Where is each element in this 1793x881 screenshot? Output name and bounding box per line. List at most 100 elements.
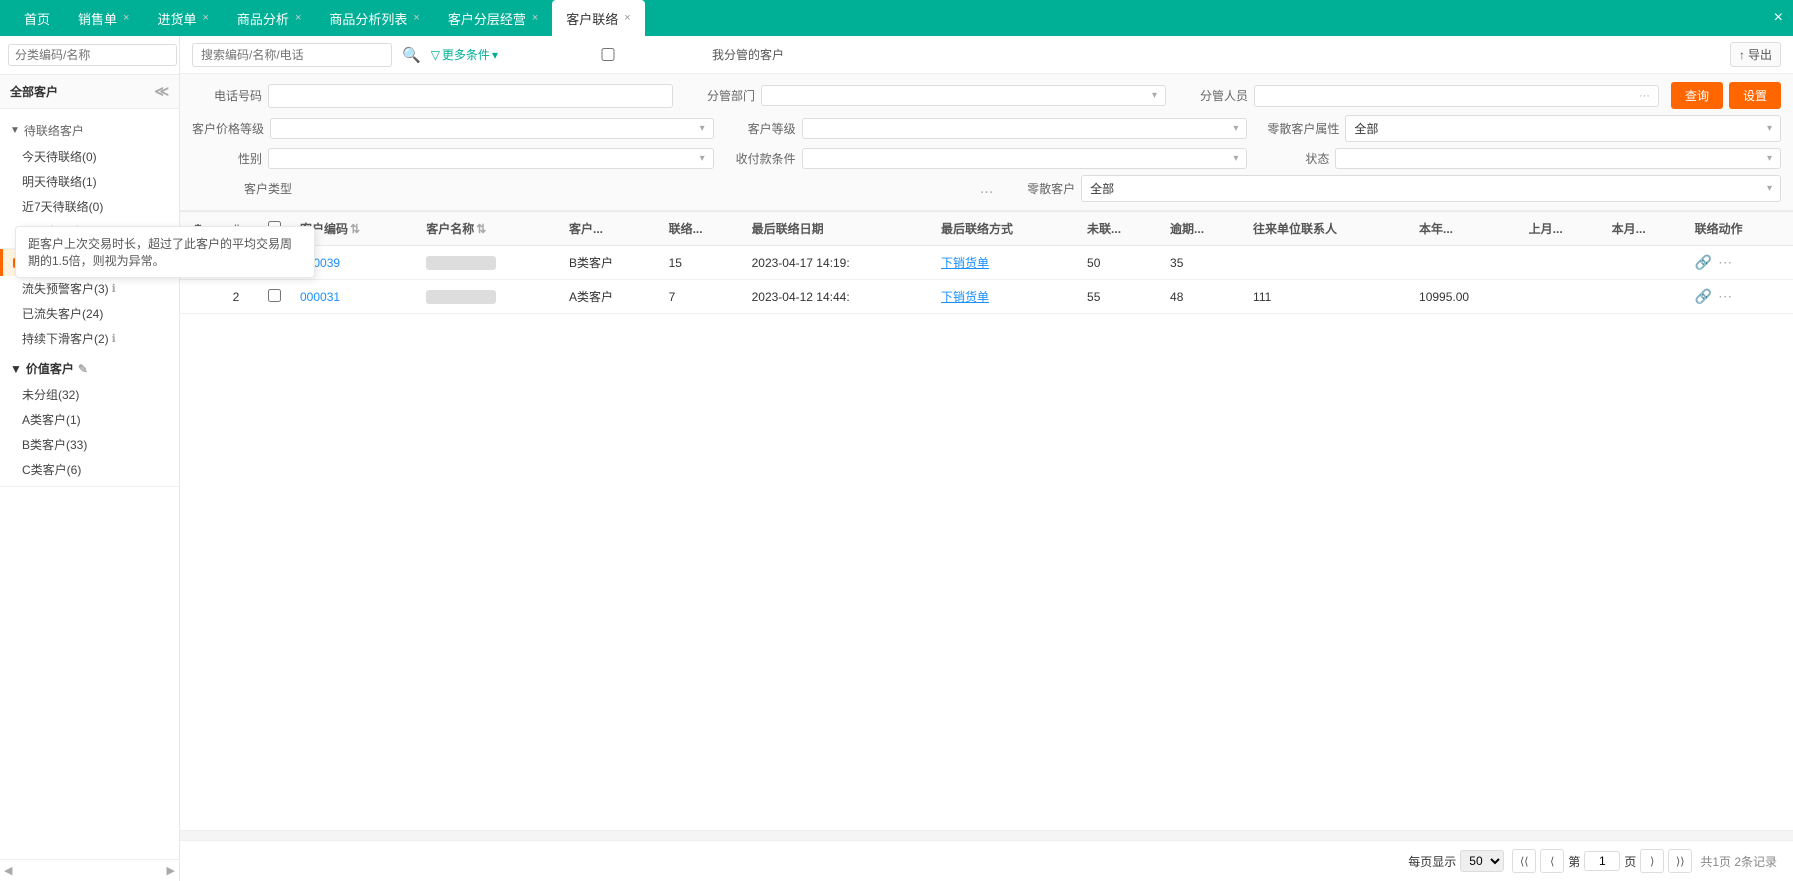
close-sales-order[interactable]: × bbox=[123, 12, 129, 24]
status-caret-icon: ▾ bbox=[1767, 153, 1772, 164]
row-this-month bbox=[1604, 246, 1687, 280]
th-last-contact-date[interactable]: 最后联络日期 bbox=[744, 212, 933, 246]
close-purchase-order[interactable]: × bbox=[202, 12, 208, 24]
my-customers-check[interactable] bbox=[508, 48, 708, 61]
branch-person-select[interactable]: ··· bbox=[1254, 85, 1659, 107]
nav-purchase-order[interactable]: 进货单 × bbox=[143, 0, 222, 36]
row-link-icon[interactable]: 🔗 bbox=[1695, 288, 1712, 305]
th-this-month[interactable]: 本月... bbox=[1604, 212, 1687, 246]
filter-row-2: 客户价格等级 ▾ 客户等级 ▾ 零散客户属性 全部 bbox=[192, 115, 1781, 142]
nav-customer-contact[interactable]: 客户联络 × bbox=[552, 0, 644, 36]
close-customer-segmentation[interactable]: × bbox=[532, 12, 538, 24]
last-page-btn[interactable]: ⟩⟩ bbox=[1668, 849, 1692, 873]
declining-info-icon[interactable]: ℹ bbox=[112, 332, 116, 345]
th-customer-name[interactable]: 客户名称⇅ bbox=[418, 212, 561, 246]
table-header-row: ⚙ # 客户编码⇅ 客户名称⇅ 客户... 联络... 最后联络日期 最后联络方… bbox=[180, 212, 1793, 246]
table-row: 2 000031 A类客户 7 2023-04-12 14:44: 下销货单 5… bbox=[180, 280, 1793, 314]
sidebar-class-c[interactable]: C类客户(6) bbox=[0, 457, 179, 482]
phone-input[interactable] bbox=[268, 84, 673, 108]
sidebar-declining[interactable]: 持续下滑客户(2) ℹ bbox=[0, 326, 179, 351]
first-page-btn[interactable]: ⟨⟨ bbox=[1512, 849, 1536, 873]
th-overdue[interactable]: 逾期... bbox=[1162, 212, 1245, 246]
row-overdue: 35 bbox=[1162, 246, 1245, 280]
row-last-month bbox=[1521, 246, 1604, 280]
filter-row-3: 性别 ▾ 收付款条件 ▾ 状态 bbox=[192, 148, 1781, 169]
tooltip-box: 距客户上次交易时长，超过了此客户的平均交易周期的1.5倍，则视为异常。 bbox=[180, 226, 315, 278]
row-customer-code[interactable]: 000031 bbox=[292, 280, 418, 314]
settings-button[interactable]: 设置 bbox=[1729, 82, 1781, 109]
sidebar-lost-warning[interactable]: 流失预警客户(3) ℹ bbox=[0, 276, 179, 301]
sidebar-already-lost[interactable]: 已流失客户(24) bbox=[0, 301, 179, 326]
payment-caret-icon: ▾ bbox=[1233, 153, 1238, 164]
close-customer-contact[interactable]: × bbox=[624, 12, 630, 24]
th-last-month[interactable]: 上月... bbox=[1521, 212, 1604, 246]
th-unit-contact[interactable]: 往来单位联系人 bbox=[1245, 212, 1411, 246]
per-page-label: 每页显示 bbox=[1408, 853, 1456, 870]
row-check[interactable] bbox=[256, 280, 292, 314]
close-product-analysis[interactable]: × bbox=[295, 12, 301, 24]
row-not-contacted: 55 bbox=[1079, 280, 1162, 314]
row-customer-type: A类客户 bbox=[561, 280, 661, 314]
prev-page-btn[interactable]: ⟨ bbox=[1540, 849, 1564, 873]
nav-product-analysis[interactable]: 商品分析 × bbox=[223, 0, 315, 36]
nav-sales-order[interactable]: 销售单 × bbox=[64, 0, 143, 36]
sort-icon: ⇅ bbox=[350, 222, 360, 236]
row-last-contact-date: 2023-04-17 14:19: bbox=[744, 246, 933, 280]
gender-field: 性别 ▾ bbox=[192, 148, 714, 169]
next-page-btn[interactable]: ⟩ bbox=[1640, 849, 1664, 873]
nav-product-analysis-list[interactable]: 商品分析列表 × bbox=[315, 0, 433, 36]
retail-customer-select[interactable]: 全部 ▾ bbox=[1081, 175, 1781, 202]
row-checkbox[interactable] bbox=[268, 289, 281, 302]
payment-select[interactable]: ▾ bbox=[802, 148, 1248, 169]
sidebar-next-btn[interactable]: ▶ bbox=[167, 864, 175, 877]
value-customer-edit-icon[interactable]: ✎ bbox=[78, 362, 88, 376]
sidebar-all-customers-header: 全部客户 ≪ bbox=[0, 75, 179, 109]
th-customer-type[interactable]: 客户... bbox=[561, 212, 661, 246]
page-label: 第 bbox=[1568, 853, 1580, 870]
page-input[interactable] bbox=[1584, 851, 1620, 871]
more-conditions-btn[interactable]: ▽ 更多条件 ▾ bbox=[431, 46, 498, 63]
filter-more-icon[interactable]: ... bbox=[980, 180, 993, 198]
branch-dept-select[interactable]: ▾ bbox=[761, 85, 1166, 106]
row-last-contact-method[interactable]: 下销货单 bbox=[933, 246, 1079, 280]
retail-attr-select[interactable]: 全部 ▾ bbox=[1345, 115, 1781, 142]
customer-level-select[interactable]: ▾ bbox=[802, 118, 1248, 139]
th-not-contacted[interactable]: 未联... bbox=[1079, 212, 1162, 246]
sidebar-week-pending[interactable]: 近7天待联络(0) bbox=[0, 194, 179, 219]
row-menu-icon[interactable]: ⋯ bbox=[1718, 288, 1732, 305]
gender-select[interactable]: ▾ bbox=[268, 148, 714, 169]
pending-contact-group[interactable]: ▼ 待联络客户 bbox=[0, 117, 179, 144]
close-all-tabs[interactable]: × bbox=[1774, 9, 1783, 27]
row-menu-icon[interactable]: ⋯ bbox=[1718, 254, 1732, 271]
nav-customer-segmentation[interactable]: 客户分层经营 × bbox=[434, 0, 552, 36]
close-product-analysis-list[interactable]: × bbox=[413, 12, 419, 24]
th-last-contact-method[interactable]: 最后联络方式 bbox=[933, 212, 1079, 246]
horizontal-scrollbar[interactable] bbox=[180, 830, 1793, 840]
sidebar-tomorrow-pending[interactable]: 明天待联络(1) bbox=[0, 169, 179, 194]
sidebar-search-input[interactable] bbox=[8, 44, 177, 66]
search-button[interactable]: 🔍 bbox=[402, 46, 421, 64]
query-button[interactable]: 查询 bbox=[1671, 82, 1723, 109]
sidebar-ungrouped[interactable]: 未分组(32) bbox=[0, 382, 179, 407]
export-button[interactable]: ↑ 导出 bbox=[1730, 42, 1781, 67]
per-page-select[interactable]: 50 bbox=[1460, 850, 1504, 872]
row-last-contact-method[interactable]: 下销货单 bbox=[933, 280, 1079, 314]
sidebar-collapse-btn[interactable]: ≪ bbox=[154, 83, 169, 100]
my-customers-checkbox[interactable]: 我分管的客户 bbox=[508, 46, 784, 63]
table-area[interactable]: ⚙ # 客户编码⇅ 客户名称⇅ 客户... 联络... 最后联络日期 最后联络方… bbox=[180, 211, 1793, 830]
row-link-icon[interactable]: 🔗 bbox=[1695, 254, 1712, 271]
sidebar-prev-btn[interactable]: ◀ bbox=[4, 864, 12, 877]
th-this-year[interactable]: 本年... bbox=[1411, 212, 1521, 246]
sidebar-class-b[interactable]: B类客户(33) bbox=[0, 432, 179, 457]
lost-warning-info-icon[interactable]: ℹ bbox=[112, 282, 116, 295]
th-contact-count[interactable]: 联络... bbox=[661, 212, 744, 246]
branch-person-more-icon[interactable]: ··· bbox=[1639, 90, 1650, 102]
nav-home[interactable]: 首页 bbox=[10, 0, 64, 36]
search-input[interactable] bbox=[192, 43, 392, 67]
price-level-select[interactable]: ▾ bbox=[270, 118, 714, 139]
row-action: 🔗 ⋯ bbox=[1687, 246, 1793, 280]
sidebar-today-pending[interactable]: 今天待联络(0) bbox=[0, 144, 179, 169]
value-customer-group[interactable]: ▼ 价值客户 ✎ bbox=[0, 355, 179, 382]
status-select[interactable]: ▾ bbox=[1335, 148, 1781, 169]
sidebar-class-a[interactable]: A类客户(1) bbox=[0, 407, 179, 432]
